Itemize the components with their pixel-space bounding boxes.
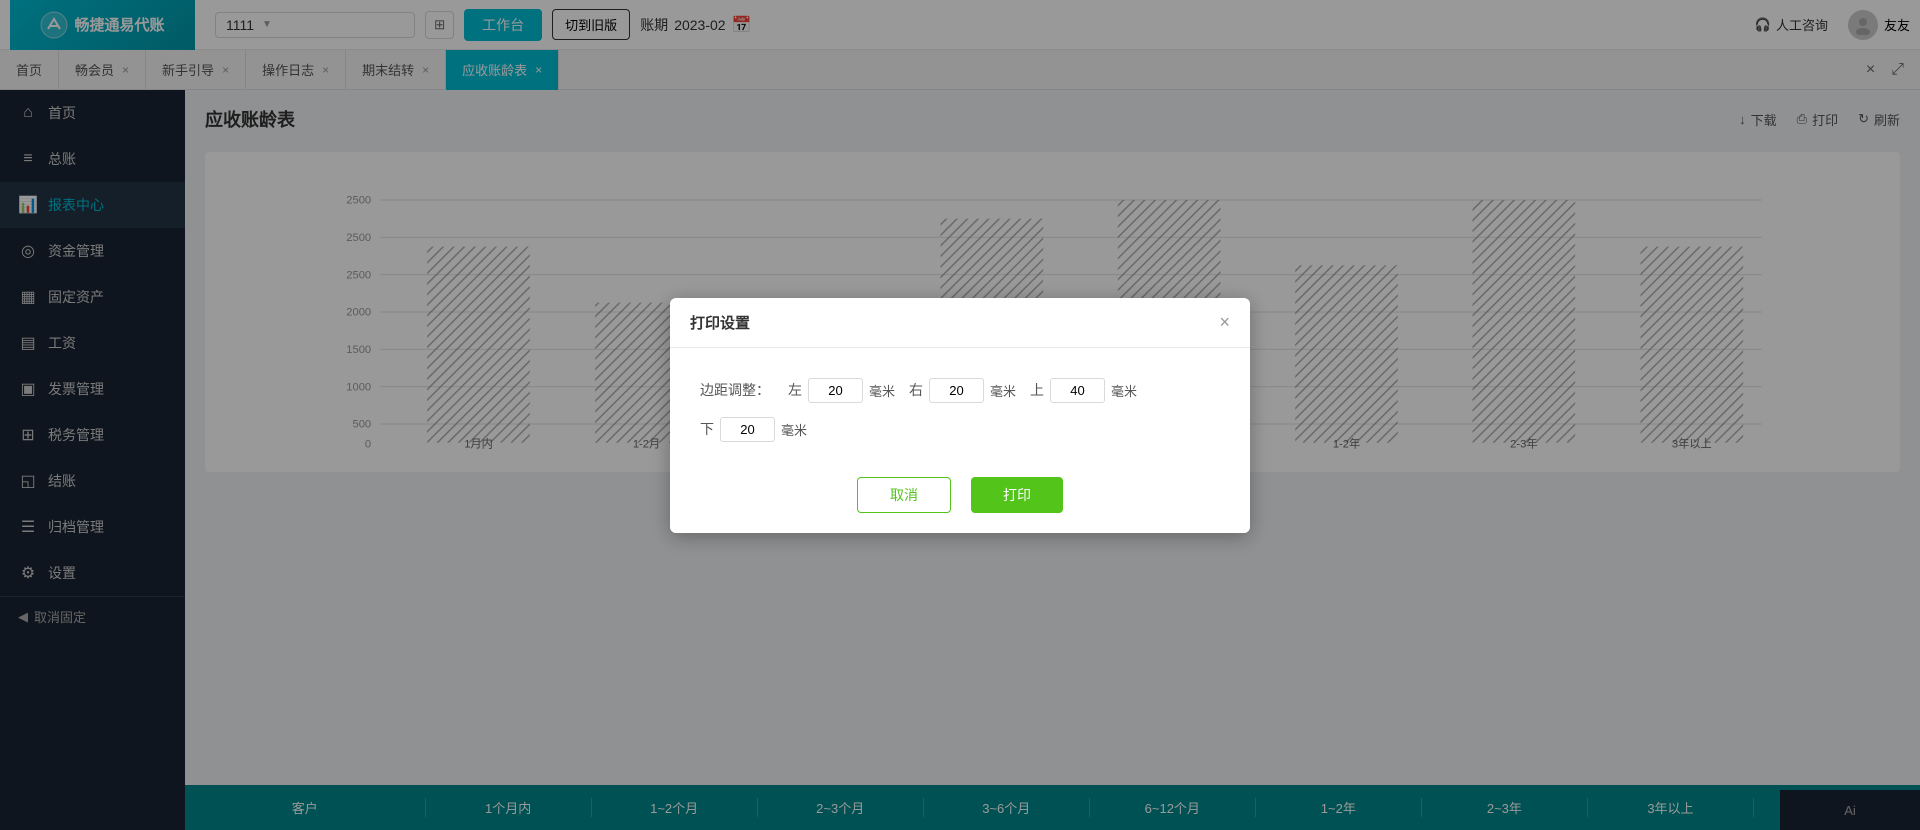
bottom-unit: 毫米 (781, 420, 807, 439)
top-unit: 毫米 (1111, 381, 1137, 400)
modal-header: 打印设置 × (670, 298, 1250, 348)
cancel-button[interactable]: 取消 (857, 477, 951, 513)
modal-body: 边距调整： 左 毫米 右 毫米 上 毫米 下 (670, 348, 1250, 462)
margin-top-input[interactable] (1050, 378, 1105, 403)
margin-left-group: 左 毫米 (788, 378, 895, 403)
modal-overlay: 打印设置 × 边距调整： 左 毫米 右 毫米 上 毫米 (0, 0, 1920, 830)
margin-right-input[interactable] (929, 378, 984, 403)
top-label: 上 (1030, 380, 1044, 400)
margin-label: 边距调整： (700, 380, 770, 400)
margin-top-group: 上 毫米 (1030, 378, 1137, 403)
left-label: 左 (788, 380, 802, 400)
right-label: 右 (909, 380, 923, 400)
margin-bottom-group: 下 毫米 (700, 417, 807, 442)
margin-row: 边距调整： 左 毫米 右 毫米 上 毫米 下 (700, 378, 1220, 442)
modal-title: 打印设置 (690, 312, 750, 333)
left-unit: 毫米 (869, 381, 895, 400)
margin-right-group: 右 毫米 (909, 378, 1016, 403)
margin-bottom-input[interactable] (720, 417, 775, 442)
modal-close-button[interactable]: × (1219, 312, 1230, 333)
print-confirm-button[interactable]: 打印 (971, 477, 1063, 513)
print-settings-dialog: 打印设置 × 边距调整： 左 毫米 右 毫米 上 毫米 (670, 298, 1250, 533)
right-unit: 毫米 (990, 381, 1016, 400)
bottom-label: 下 (700, 419, 714, 439)
modal-footer: 取消 打印 (670, 462, 1250, 533)
margin-left-input[interactable] (808, 378, 863, 403)
